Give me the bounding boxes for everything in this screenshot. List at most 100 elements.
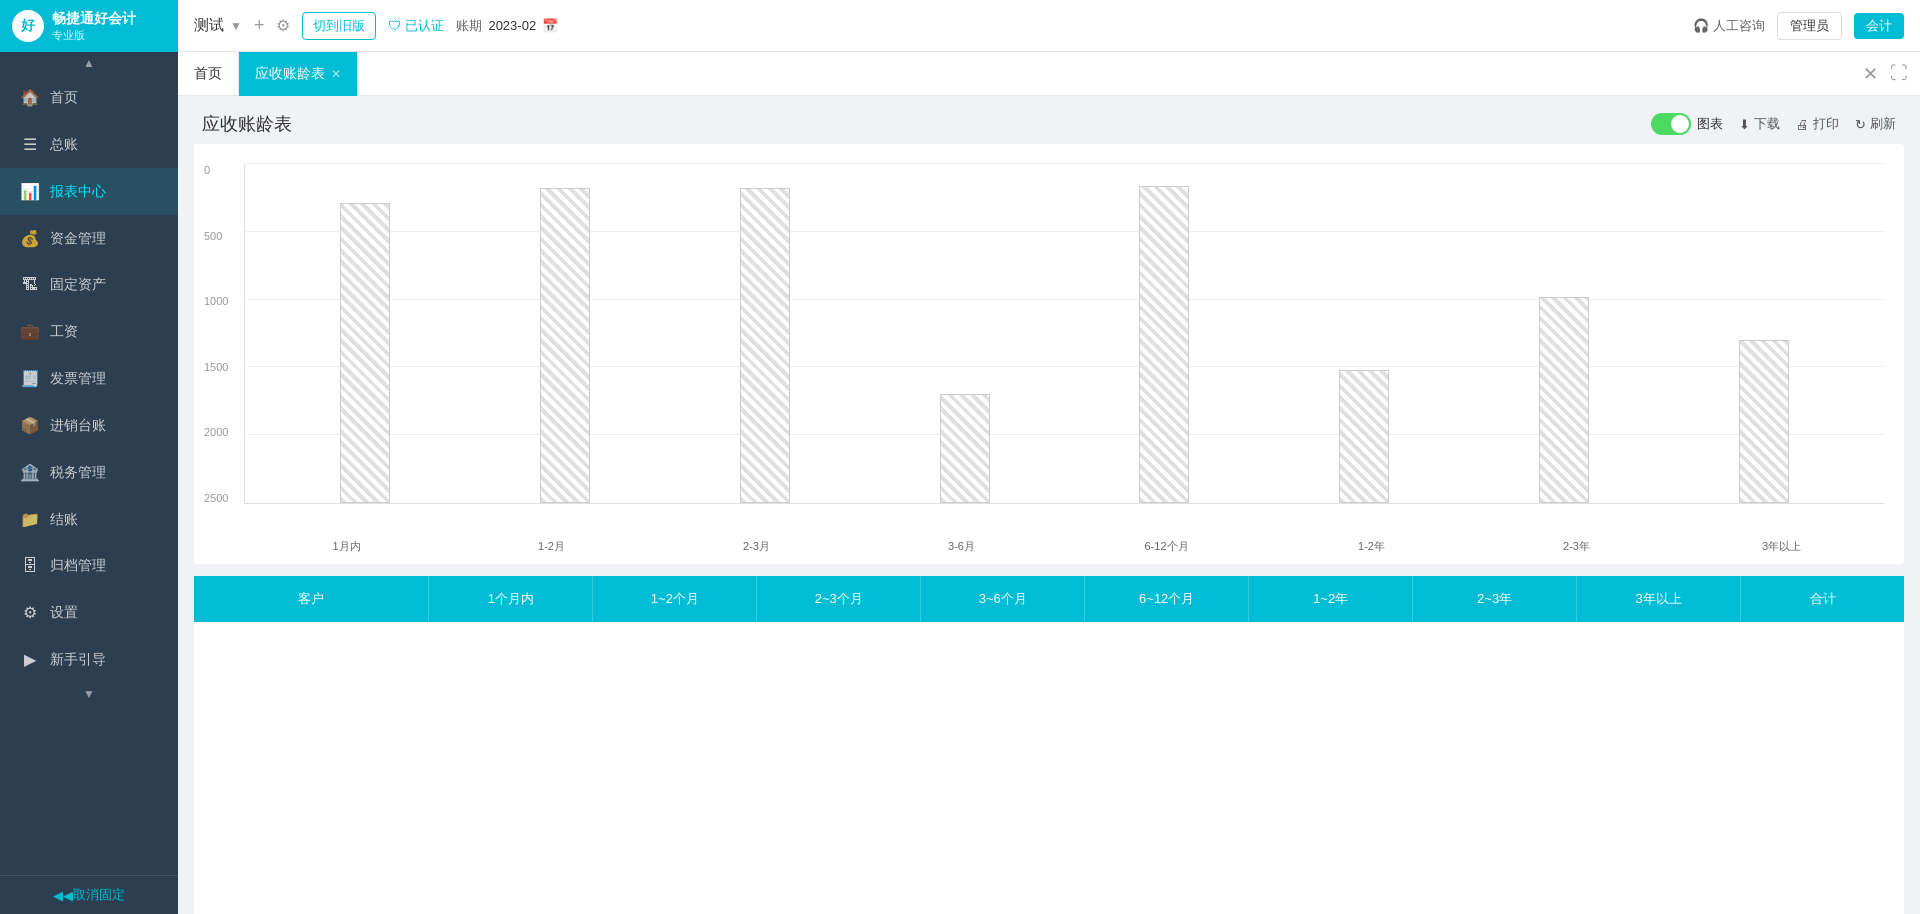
- reports-icon: 📊: [20, 182, 40, 201]
- table-header-1: 1个月内: [429, 576, 593, 622]
- topbar: 测试 ▼ + ⚙ 切到旧版 🛡 已认证 账期 2023-02 📅 🎧 人工咨询 …: [178, 0, 1920, 52]
- sidebar-item-guide[interactable]: ▶ 新手引导: [0, 636, 178, 683]
- logo-text: 畅捷通好会计 专业版: [52, 9, 136, 42]
- settings-icon: ⚙: [20, 603, 40, 622]
- table-header-7: 2~3年: [1413, 576, 1577, 622]
- table-header-2: 1~2个月: [593, 576, 757, 622]
- x-label-4: 6-12个月: [1064, 539, 1269, 554]
- table-header-6: 1~2年: [1249, 576, 1413, 622]
- sidebar-item-payroll[interactable]: 💼 工资: [0, 308, 178, 355]
- cancel-fixed-button[interactable]: ◀◀ 取消固定: [0, 875, 178, 914]
- x-label-1: 1-2月: [449, 539, 654, 554]
- payroll-icon: 💼: [20, 322, 40, 341]
- page-title: 应收账龄表: [202, 112, 292, 136]
- table-header-5: 6~12个月: [1085, 576, 1249, 622]
- tax-icon: 🏦: [20, 463, 40, 482]
- ledger-icon: ☰: [20, 135, 40, 154]
- workspace-dropdown-icon[interactable]: ▼: [230, 19, 242, 33]
- certified-icon: 🛡: [388, 18, 401, 33]
- sidebar-item-ledger[interactable]: ☰ 总账: [0, 121, 178, 168]
- chart-bar-0: [340, 203, 390, 503]
- settlement-icon: 📁: [20, 510, 40, 529]
- funds-icon: 💰: [20, 229, 40, 248]
- sidebar-scroll-down[interactable]: ▼: [0, 683, 178, 705]
- x-label-0: 1月内: [244, 539, 449, 554]
- chart-bar-4: [1139, 186, 1189, 503]
- sidebar-item-invoice[interactable]: 🧾 发票管理: [0, 355, 178, 402]
- app-logo: 好 畅捷通好会计 专业版: [0, 0, 178, 52]
- service-button[interactable]: 🎧 人工咨询: [1693, 17, 1765, 35]
- table-header-0: 客户: [194, 576, 429, 622]
- user-button[interactable]: 管理员: [1777, 12, 1842, 40]
- archive-icon: 🗄: [20, 557, 40, 575]
- sidebar: 好 畅捷通好会计 专业版 ▲ 🏠 首页 ☰ 总账 📊 报表中心 💰 资金管理 🏗…: [0, 0, 178, 914]
- table-header-4: 3~6个月: [921, 576, 1085, 622]
- period-selector[interactable]: 账期 2023-02 📅: [456, 17, 558, 35]
- sidebar-item-fixed-assets[interactable]: 🏗 固定资产: [0, 262, 178, 308]
- workspace-name: 测试: [194, 16, 224, 35]
- sidebar-scroll-up[interactable]: ▲: [0, 52, 178, 74]
- table-header-9: 合计: [1741, 576, 1904, 622]
- chart-bar-3: [940, 394, 990, 503]
- sidebar-item-reports[interactable]: 📊 报表中心: [0, 168, 178, 215]
- table-container: 客户1个月内1~2个月2~3个月3~6个月6~12个月1~2年2~3年3年以上合…: [194, 576, 1904, 914]
- calendar-icon: 📅: [542, 18, 558, 33]
- content-area: 应收账龄表 图表 ⬇ 下载 🖨 打印 ↻ 刷新: [178, 96, 1920, 914]
- headphone-icon: 🎧: [1693, 18, 1709, 33]
- page-actions: 图表 ⬇ 下载 🖨 打印 ↻ 刷新: [1651, 113, 1896, 135]
- chart-bar-6: [1539, 297, 1589, 503]
- chart-plot: [244, 164, 1884, 504]
- topbar-right: 🎧 人工咨询 管理员 会计: [1693, 12, 1904, 40]
- chart-label: 图表: [1697, 115, 1723, 133]
- chart-y-axis: 2500 2000 1500 1000 500 0: [204, 164, 228, 504]
- tab-expand-button[interactable]: ⛶: [1886, 59, 1912, 88]
- x-label-7: 3年以上: [1679, 539, 1884, 554]
- chart-x-axis: 1月内1-2月2-3月3-6月6-12个月1-2年2-3年3年以上: [244, 539, 1884, 554]
- workspace-selector[interactable]: 测试 ▼: [194, 16, 242, 35]
- cancel-fixed-icon: ◀◀: [53, 888, 73, 903]
- page-header: 应收账龄表 图表 ⬇ 下载 🖨 打印 ↻ 刷新: [178, 96, 1920, 144]
- sidebar-item-archive[interactable]: 🗄 归档管理: [0, 543, 178, 589]
- sidebar-item-home[interactable]: 🏠 首页: [0, 74, 178, 121]
- switch-old-version-button[interactable]: 切到旧版: [302, 12, 376, 40]
- sidebar-item-funds[interactable]: 💰 资金管理: [0, 215, 178, 262]
- x-label-6: 2-3年: [1474, 539, 1679, 554]
- sidebar-item-trade[interactable]: 📦 进销台账: [0, 402, 178, 449]
- refresh-icon: ↻: [1855, 117, 1866, 132]
- print-icon: 🖨: [1796, 117, 1809, 132]
- download-button[interactable]: ⬇ 下载: [1739, 115, 1780, 133]
- logo-icon: 好: [12, 10, 44, 42]
- workspace-settings-button[interactable]: ⚙: [276, 16, 290, 35]
- add-workspace-button[interactable]: +: [254, 15, 265, 36]
- sidebar-item-tax[interactable]: 🏦 税务管理: [0, 449, 178, 496]
- tab-home[interactable]: 首页: [178, 52, 239, 96]
- x-label-5: 1-2年: [1269, 539, 1474, 554]
- tab-receivable-aging[interactable]: 应收账龄表 ✕: [239, 52, 358, 96]
- x-label-2: 2-3月: [654, 539, 859, 554]
- home-icon: 🏠: [20, 88, 40, 107]
- download-icon: ⬇: [1739, 117, 1750, 132]
- print-button[interactable]: 🖨 打印: [1796, 115, 1839, 133]
- refresh-button[interactable]: ↻ 刷新: [1855, 115, 1896, 133]
- sidebar-item-settlement[interactable]: 📁 结账: [0, 496, 178, 543]
- chart-bar-7: [1739, 340, 1789, 503]
- guide-icon: ▶: [20, 650, 40, 669]
- tabbar-actions: ✕ ⛶: [1859, 59, 1920, 89]
- trade-icon: 📦: [20, 416, 40, 435]
- table-header-8: 3年以上: [1577, 576, 1741, 622]
- chart-bar-1: [540, 188, 590, 503]
- sidebar-nav: ▲ 🏠 首页 ☰ 总账 📊 报表中心 💰 资金管理 🏗 固定资产 💼 工资 🧾 …: [0, 52, 178, 875]
- sidebar-item-settings[interactable]: ⚙ 设置: [0, 589, 178, 636]
- chart-bar-2: [740, 188, 790, 503]
- chart-bars: [245, 164, 1884, 503]
- chart-bar-5: [1339, 370, 1389, 503]
- table-header: 客户1个月内1~2个月2~3个月3~6个月6~12个月1~2年2~3年3年以上合…: [194, 576, 1904, 622]
- chart-toggle-wrap: 图表: [1651, 113, 1723, 135]
- fixed-assets-icon: 🏗: [20, 276, 40, 294]
- chart-container: 2500 2000 1500 1000 500 0 1月内1-2月2-3月3-6…: [194, 144, 1904, 564]
- tab-close-button[interactable]: ✕: [1859, 59, 1882, 89]
- role-button[interactable]: 会计: [1854, 13, 1904, 39]
- chart-toggle[interactable]: [1651, 113, 1691, 135]
- x-label-3: 3-6月: [859, 539, 1064, 554]
- tab-close-icon[interactable]: ✕: [331, 67, 341, 81]
